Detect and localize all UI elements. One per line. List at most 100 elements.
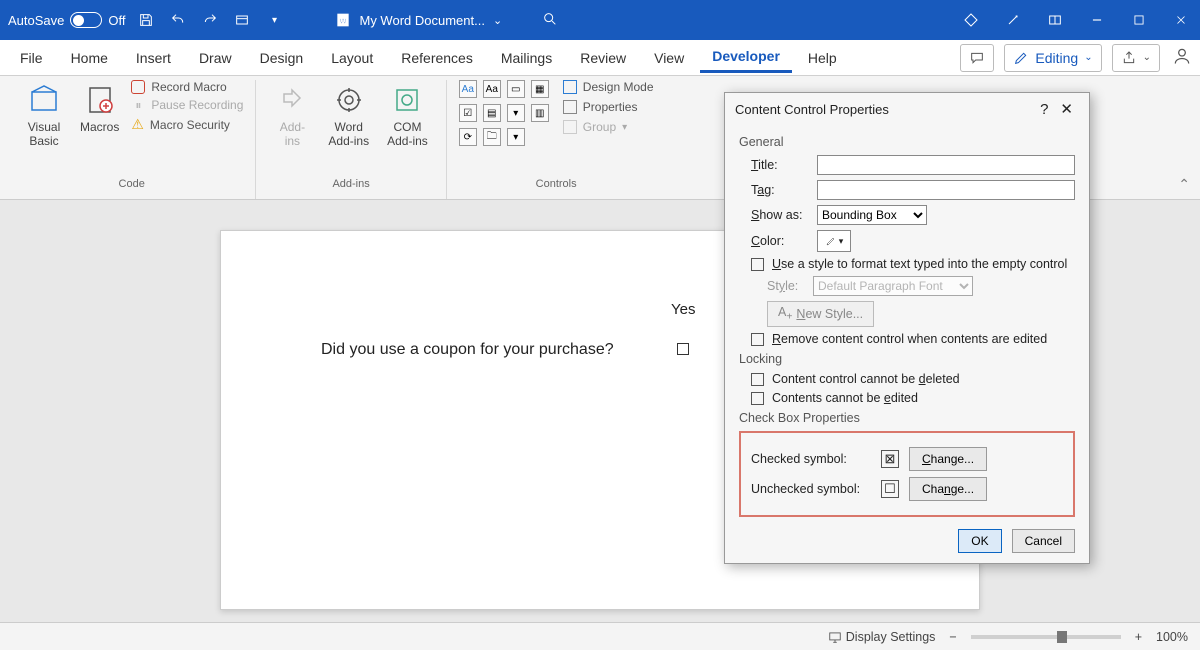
comments-button[interactable] (960, 44, 994, 72)
checkbox-props-label: Check Box Properties (739, 411, 1075, 425)
redo-icon[interactable] (199, 9, 221, 31)
content-control-properties-dialog: Content Control Properties ? ✕ General T… (724, 92, 1090, 564)
visual-basic-icon (28, 84, 60, 116)
autosave-label: AutoSave (8, 13, 64, 28)
collapse-ribbon-icon[interactable]: ⌃ (1178, 176, 1190, 193)
macro-security-button[interactable]: ⚠Macro Security (131, 116, 243, 133)
showas-label: Show as: (751, 208, 809, 222)
date-control-icon[interactable]: ▥ (531, 104, 549, 122)
rich-text-control-icon[interactable]: Aa (459, 80, 477, 98)
style-select: Default Paragraph Font (813, 276, 973, 296)
chevron-down-icon: ⌄ (1084, 52, 1092, 63)
autosave-toggle[interactable]: AutoSave Off (8, 12, 125, 28)
tab-review[interactable]: Review (568, 44, 638, 72)
document-title-area[interactable]: W My Word Document... ⌄ (335, 12, 502, 28)
record-macro-button[interactable]: Record Macro (131, 80, 243, 94)
title-input[interactable] (817, 155, 1075, 175)
dialog-title: Content Control Properties (735, 102, 889, 117)
minimize-icon[interactable] (1086, 9, 1108, 31)
change-checked-button[interactable]: Change... (909, 447, 987, 471)
tag-input[interactable] (817, 180, 1075, 200)
building-block-control-icon[interactable]: ▦ (531, 80, 549, 98)
ribbon-mode-icon[interactable] (1044, 9, 1066, 31)
wand-icon[interactable] (1002, 9, 1024, 31)
word-doc-icon: W (335, 12, 351, 28)
showas-select[interactable]: Bounding Box (817, 205, 927, 225)
tab-file[interactable]: File (8, 44, 55, 72)
macros-button[interactable]: Macros (74, 80, 125, 138)
display-settings-button[interactable]: Display Settings (828, 630, 936, 644)
lock-delete-label: Content control cannot be deleted (772, 372, 960, 386)
toggle-switch-icon[interactable] (70, 12, 102, 28)
group-label: Controls (459, 176, 654, 192)
pause-icon: ⏸ (131, 98, 145, 112)
tab-home[interactable]: Home (59, 44, 120, 72)
general-section-label: General (739, 135, 1075, 149)
new-style-button: A+New Style... (767, 301, 874, 327)
zoom-value[interactable]: 100% (1156, 630, 1188, 644)
editing-label: Editing (1035, 50, 1078, 66)
close-icon[interactable]: ✕ (1054, 100, 1079, 118)
maximize-icon[interactable] (1128, 9, 1150, 31)
tab-layout[interactable]: Layout (319, 44, 385, 72)
chevron-down-icon[interactable]: ⌄ (493, 14, 502, 27)
macros-icon (84, 84, 116, 116)
unchecked-symbol-label: Unchecked symbol: (751, 482, 871, 496)
qat-dropdown-icon[interactable]: ▾ (263, 9, 285, 31)
color-label: Color: (751, 234, 809, 248)
lock-delete-checkbox[interactable] (751, 373, 764, 386)
properties-button[interactable]: Properties (563, 100, 654, 114)
lock-edit-label: Contents cannot be edited (772, 391, 918, 405)
zoom-slider[interactable] (971, 635, 1121, 639)
plain-text-control-icon[interactable]: Aa (483, 80, 501, 98)
column-yes: Yes (671, 301, 695, 318)
word-addins-button[interactable]: Word Add-ins (322, 80, 375, 152)
tab-help[interactable]: Help (796, 44, 849, 72)
pencil-icon (1013, 50, 1029, 66)
change-unchecked-button[interactable]: Change... (909, 477, 987, 501)
editing-mode-button[interactable]: Editing ⌄ (1004, 44, 1101, 72)
search-icon (542, 11, 558, 27)
dropdown-control-icon[interactable]: ▾ (507, 104, 525, 122)
com-addins-button[interactable]: COM Add-ins (381, 80, 434, 152)
style-label: Style: (767, 279, 805, 293)
color-picker[interactable]: ▾ (817, 230, 851, 252)
diamond-icon[interactable] (960, 9, 982, 31)
remove-control-checkbox[interactable] (751, 333, 764, 346)
tab-references[interactable]: References (389, 44, 485, 72)
share-button[interactable]: ⌄ (1112, 44, 1160, 72)
account-icon[interactable] (1172, 46, 1192, 69)
design-mode-button[interactable]: Design Mode (563, 80, 654, 94)
tab-view[interactable]: View (642, 44, 696, 72)
zoom-out-icon[interactable]: − (949, 630, 956, 644)
addins-button[interactable]: Add- ins (268, 80, 316, 152)
legacy-dropdown-icon[interactable]: ▾ (507, 128, 525, 146)
cancel-button[interactable]: Cancel (1012, 529, 1075, 553)
ok-button[interactable]: OK (958, 529, 1001, 553)
combobox-control-icon[interactable]: ▤ (483, 104, 501, 122)
tab-insert[interactable]: Insert (124, 44, 183, 72)
checkbox-control-icon[interactable]: ☑ (459, 104, 477, 122)
legacy-tools-icon[interactable]: 🗀 (483, 128, 501, 146)
tab-mailings[interactable]: Mailings (489, 44, 564, 72)
use-style-checkbox[interactable] (751, 258, 764, 271)
save-icon[interactable] (135, 9, 157, 31)
checked-symbol-label: Checked symbol: (751, 452, 871, 466)
visual-basic-button[interactable]: Visual Basic (20, 80, 68, 152)
group-button[interactable]: Group▾ (563, 120, 654, 134)
undo-icon[interactable] (167, 9, 189, 31)
qat-more-icon[interactable] (231, 9, 253, 31)
lock-edit-checkbox[interactable] (751, 392, 764, 405)
record-icon (131, 80, 145, 94)
repeating-control-icon[interactable]: ⟳ (459, 128, 477, 146)
checkbox-yes[interactable] (677, 343, 689, 355)
close-icon[interactable] (1170, 9, 1192, 31)
help-icon[interactable]: ? (1034, 101, 1054, 118)
zoom-in-icon[interactable]: + (1135, 630, 1142, 644)
tab-design[interactable]: Design (248, 44, 316, 72)
picture-control-icon[interactable]: ▭ (507, 80, 525, 98)
tab-draw[interactable]: Draw (187, 44, 244, 72)
tab-developer[interactable]: Developer (700, 42, 792, 73)
search-area[interactable] (542, 11, 960, 30)
controls-gallery: Aa Aa ▭ ▦ ☑ ▤ ▾ ▥ ⟳ 🗀 ▾ (459, 80, 549, 146)
